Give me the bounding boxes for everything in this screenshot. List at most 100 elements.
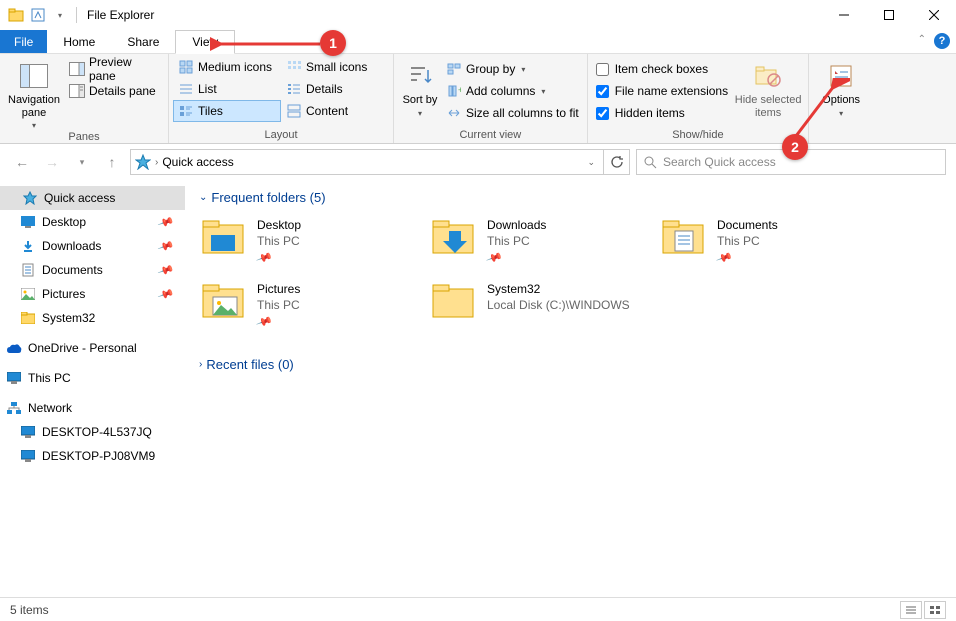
add-columns-button[interactable]: + Add columns ▾ <box>442 80 583 102</box>
address-location: Quick access <box>162 155 233 169</box>
size-columns-button[interactable]: Size all columns to fit <box>442 102 583 124</box>
address-bar[interactable]: › Quick access ⌄ <box>130 149 604 175</box>
preview-pane-button[interactable]: Preview pane <box>64 58 164 80</box>
options-button[interactable]: Options ▾ <box>813 56 869 118</box>
recent-locations-button[interactable]: ▾ <box>70 150 94 174</box>
address-bar-row: ← → ▾ ↑ › Quick access ⌄ Search Quick ac… <box>0 144 956 180</box>
quick-access-icon <box>135 154 151 170</box>
ribbon-group-current-view: Sort by ▾ Group by ▾ + Add columns ▾ Siz… <box>394 54 588 143</box>
folder-system32[interactable]: System32Local Disk (C:)\WINDOWS <box>429 279 659 343</box>
file-extensions-toggle[interactable]: File name extensions <box>592 80 732 102</box>
group-label-layout: Layout <box>173 128 389 143</box>
annotation-2: 2 <box>782 134 808 160</box>
tab-home[interactable]: Home <box>47 30 111 53</box>
folder-icon <box>6 5 26 25</box>
sidebar-item-system32[interactable]: System32 <box>0 306 185 330</box>
address-dropdown-icon[interactable]: ⌄ <box>583 157 599 168</box>
pin-icon: 📌 <box>157 261 175 279</box>
tab-share[interactable]: Share <box>111 30 175 53</box>
ribbon-collapse-icon[interactable]: ⌃ <box>918 34 926 45</box>
layout-tiles[interactable]: Tiles <box>173 100 281 122</box>
desktop-icon <box>20 214 36 230</box>
up-button[interactable]: ↑ <box>100 150 124 174</box>
sidebar-item-downloads[interactable]: Downloads📌 <box>0 234 185 258</box>
preview-pane-label: Preview pane <box>89 55 159 83</box>
annotation-1: 1 <box>320 30 346 56</box>
folder-icon <box>201 281 249 323</box>
item-check-boxes-toggle[interactable]: Item check boxes <box>592 58 732 80</box>
folder-icon <box>431 281 479 323</box>
frequent-folders-header[interactable]: ⌄ Frequent folders (5) <box>199 190 942 205</box>
refresh-button[interactable] <box>604 149 630 175</box>
layout-content[interactable]: Content <box>281 100 389 122</box>
computer-icon <box>20 424 36 440</box>
svg-text:+: + <box>458 85 461 95</box>
properties-icon[interactable] <box>28 5 48 25</box>
folder-icon <box>20 310 36 326</box>
onedrive-icon <box>6 340 22 356</box>
sidebar-this-pc[interactable]: This PC <box>0 366 185 390</box>
divider <box>76 7 77 23</box>
tab-file[interactable]: File <box>0 30 47 53</box>
minimize-button[interactable] <box>821 0 866 30</box>
sidebar-quick-access[interactable]: Quick access <box>0 186 185 210</box>
group-label-show-hide: Show/hide <box>592 128 804 143</box>
maximize-button[interactable] <box>866 0 911 30</box>
help-icon[interactable]: ? <box>934 33 950 49</box>
sidebar-item-pictures[interactable]: Pictures📌 <box>0 282 185 306</box>
layout-details[interactable]: Details <box>281 78 389 100</box>
hidden-items-toggle[interactable]: Hidden items <box>592 102 732 124</box>
title-bar: ▾ File Explorer <box>0 0 956 30</box>
layout-medium-icons[interactable]: Medium icons <box>173 56 281 78</box>
folder-pictures[interactable]: PicturesThis PC📌 <box>199 279 429 343</box>
folder-icon <box>661 217 709 259</box>
network-icon <box>6 400 22 416</box>
group-label-current-view: Current view <box>398 128 583 143</box>
star-icon <box>22 190 38 206</box>
navigation-pane-label: Navigation pane <box>4 94 64 119</box>
tab-view[interactable]: View <box>175 30 235 54</box>
qat-dropdown-icon[interactable]: ▾ <box>50 5 70 25</box>
window-controls <box>821 0 956 30</box>
details-pane-button[interactable]: Details pane <box>64 80 164 102</box>
layout-small-icons[interactable]: Small icons <box>281 56 389 78</box>
forward-button[interactable]: → <box>40 150 64 174</box>
sort-by-button[interactable]: Sort by ▾ <box>398 56 442 118</box>
back-button[interactable]: ← <box>10 150 34 174</box>
sidebar-network-pc-1[interactable]: DESKTOP-4L537JQ <box>0 420 185 444</box>
documents-icon <box>20 262 36 278</box>
group-by-button[interactable]: Group by ▾ <box>442 58 583 80</box>
sidebar-item-desktop[interactable]: Desktop📌 <box>0 210 185 234</box>
pin-icon: 📌 <box>714 250 731 269</box>
pin-icon: 📌 <box>157 213 175 231</box>
chevron-down-icon: ⌄ <box>199 192 207 203</box>
sidebar-item-documents[interactable]: Documents📌 <box>0 258 185 282</box>
thumbnails-view-toggle[interactable] <box>924 601 946 619</box>
search-icon <box>643 155 657 169</box>
sidebar-network[interactable]: Network <box>0 396 185 420</box>
navigation-pane-button[interactable]: Navigation pane ▾ <box>4 56 64 130</box>
folder-icon <box>201 217 249 259</box>
layout-list[interactable]: List <box>173 78 281 100</box>
sidebar-network-pc-2[interactable]: DESKTOP-PJ08VM9 <box>0 444 185 468</box>
folder-icon <box>431 217 479 259</box>
pin-icon: 📌 <box>157 285 175 303</box>
details-view-toggle[interactable] <box>900 601 922 619</box>
quick-access-toolbar: ▾ <box>6 5 70 25</box>
pictures-icon <box>20 286 36 302</box>
ribbon-group-panes: Navigation pane ▾ Preview pane Details p… <box>0 54 169 143</box>
chevron-right-icon: › <box>199 359 202 370</box>
recent-files-header[interactable]: › Recent files (0) <box>199 357 942 372</box>
computer-icon <box>20 448 36 464</box>
pin-icon: 📌 <box>254 314 271 333</box>
sidebar-onedrive[interactable]: OneDrive - Personal <box>0 336 185 360</box>
folder-downloads[interactable]: DownloadsThis PC📌 <box>429 215 659 279</box>
folder-documents[interactable]: DocumentsThis PC📌 <box>659 215 889 279</box>
window-title: File Explorer <box>87 8 154 22</box>
navigation-sidebar: Quick access Desktop📌 Downloads📌 Documen… <box>0 180 185 600</box>
hide-selected-button[interactable]: Hide selected items <box>732 56 804 119</box>
pin-icon: 📌 <box>254 250 271 269</box>
search-placeholder: Search Quick access <box>663 155 776 169</box>
close-button[interactable] <box>911 0 956 30</box>
folder-desktop[interactable]: DesktopThis PC📌 <box>199 215 429 279</box>
